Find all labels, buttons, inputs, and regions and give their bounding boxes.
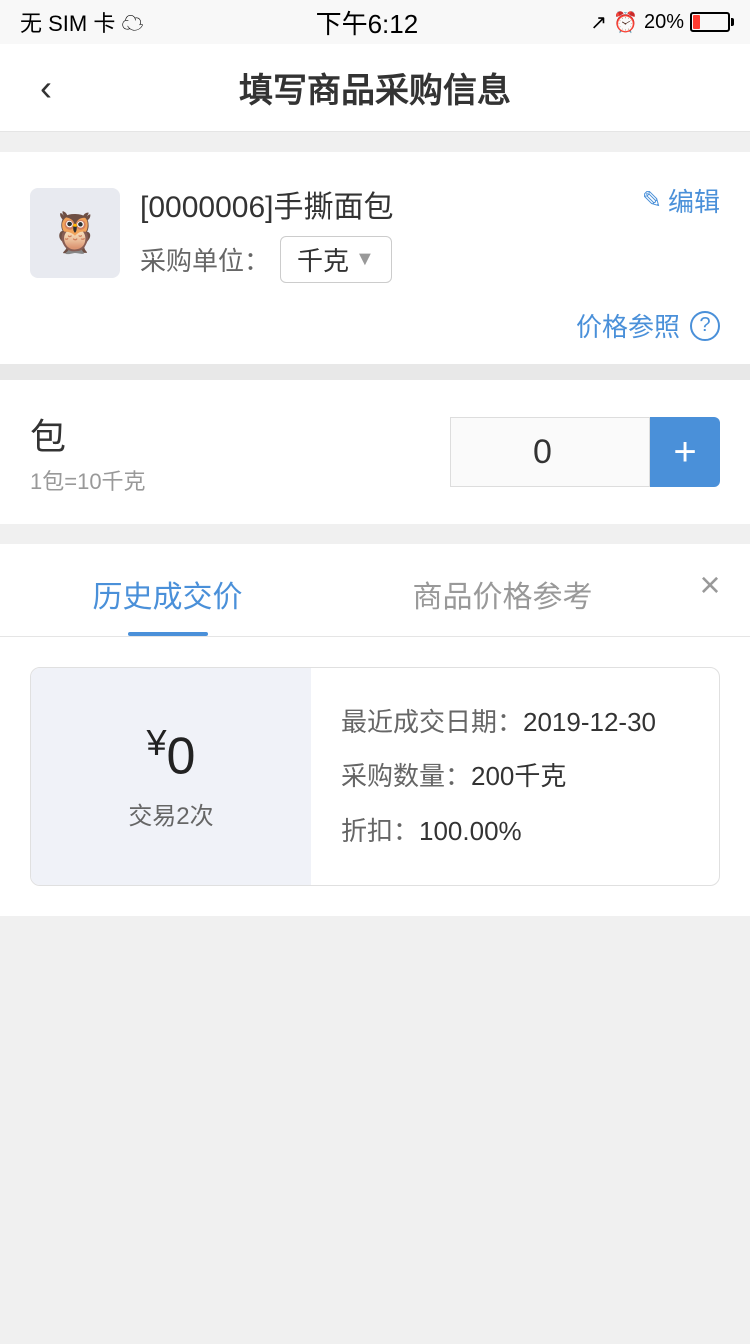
main-body: 历史成交价 商品价格参考 × ¥0 交易2次 最近成交日期：2019-12-30 (0, 544, 750, 1344)
price-left-panel: ¥0 交易2次 (31, 668, 311, 885)
price-ref-row: 价格参照 ? (30, 307, 720, 344)
unit-dropdown-icon: ▼ (355, 248, 375, 271)
product-name: [0000006]手撕面包 (140, 182, 393, 226)
quantity-plus-button[interactable]: + (650, 417, 720, 487)
product-info: [0000006]手撕面包 采购单位： 千克 ▼ (140, 182, 393, 283)
status-right: ↗ ⏰ 20% (590, 10, 730, 35)
tabs-section: 历史成交价 商品价格参考 × ¥0 交易2次 最近成交日期：2019-12-30 (0, 544, 750, 916)
battery-icon (690, 12, 730, 32)
product-left: 🦉 [0000006]手撕面包 采购单位： 千克 ▼ (30, 182, 393, 283)
help-icon[interactable]: ? (690, 311, 720, 341)
price-transactions: 交易2次 (128, 796, 213, 831)
alarm-icon: ⏰ (613, 10, 638, 35)
discount-value: 100.00% (419, 816, 522, 846)
edit-label: 编辑 (668, 182, 720, 219)
quantity-conversion: 1包=10千克 (30, 464, 146, 496)
quantity-label-area: 包 1包=10千克 (30, 408, 146, 496)
recent-date-row: 最近成交日期：2019-12-30 (341, 704, 689, 740)
unit-label: 采购单位： (140, 241, 270, 278)
product-header: 🦉 [0000006]手撕面包 采购单位： 千克 ▼ ✎ 编辑 (30, 182, 720, 283)
price-ref-button[interactable]: 价格参照 (576, 307, 680, 344)
tab-price-reference[interactable]: 商品价格参考 (335, 544, 670, 636)
quantity-input[interactable] (450, 417, 650, 487)
tabs-close-button[interactable]: × (670, 564, 750, 616)
edit-button[interactable]: ✎ 编辑 (642, 182, 720, 219)
quantity-row: 包 1包=10千克 + (0, 380, 750, 524)
unit-selector[interactable]: 千克 ▼ (280, 236, 392, 283)
quantity-value-detail: 200千克 (471, 761, 566, 791)
currency-symbol: ¥ (147, 722, 167, 763)
nav-bar: ‹ 填写商品采购信息 (0, 44, 750, 132)
quantity-input-area: + (450, 417, 720, 487)
price-history-card: ¥0 交易2次 最近成交日期：2019-12-30 采购数量：200千克 折扣：… (30, 667, 720, 886)
status-bar: 无 SIM 卡 ☁ 下午6:12 ↗ ⏰ 20% (0, 0, 750, 44)
price-value: 0 (167, 727, 196, 785)
tab-content-history: ¥0 交易2次 最近成交日期：2019-12-30 采购数量：200千克 折扣：… (0, 637, 750, 916)
tabs-header: 历史成交价 商品价格参考 × (0, 544, 750, 637)
recent-date-label: 最近成交日期： (341, 707, 523, 737)
recent-date-value: 2019-12-30 (523, 707, 656, 737)
quantity-row-detail: 采购数量：200千克 (341, 758, 689, 794)
price-amount: ¥0 (147, 722, 196, 786)
status-time: 下午6:12 (316, 4, 419, 41)
section-divider (0, 364, 750, 380)
battery-percent: 20% (644, 11, 684, 34)
page-title: 填写商品采购信息 (239, 63, 511, 112)
product-unit-row: 采购单位： 千克 ▼ (140, 236, 393, 283)
battery-fill (693, 15, 700, 29)
quantity-label-detail: 采购数量： (341, 761, 471, 791)
location-icon: ↗ (590, 10, 607, 35)
tab-history-price[interactable]: 历史成交价 (0, 544, 335, 636)
status-left: 无 SIM 卡 ☁ (20, 6, 143, 38)
back-button[interactable]: ‹ (30, 57, 62, 119)
product-card: 🦉 [0000006]手撕面包 采购单位： 千克 ▼ ✎ 编辑 价格参照 ? (0, 152, 750, 364)
price-right-panel: 最近成交日期：2019-12-30 采购数量：200千克 折扣：100.00% (311, 668, 719, 885)
network-status: 无 SIM 卡 ☁ (20, 6, 143, 38)
product-logo-icon: 🦉 (50, 209, 100, 256)
edit-icon: ✎ (642, 186, 662, 215)
quantity-unit-label: 包 (30, 408, 146, 460)
unit-value: 千克 (297, 241, 349, 278)
discount-label: 折扣： (341, 816, 419, 846)
product-image: 🦉 (30, 188, 120, 278)
discount-row: 折扣：100.00% (341, 813, 689, 849)
